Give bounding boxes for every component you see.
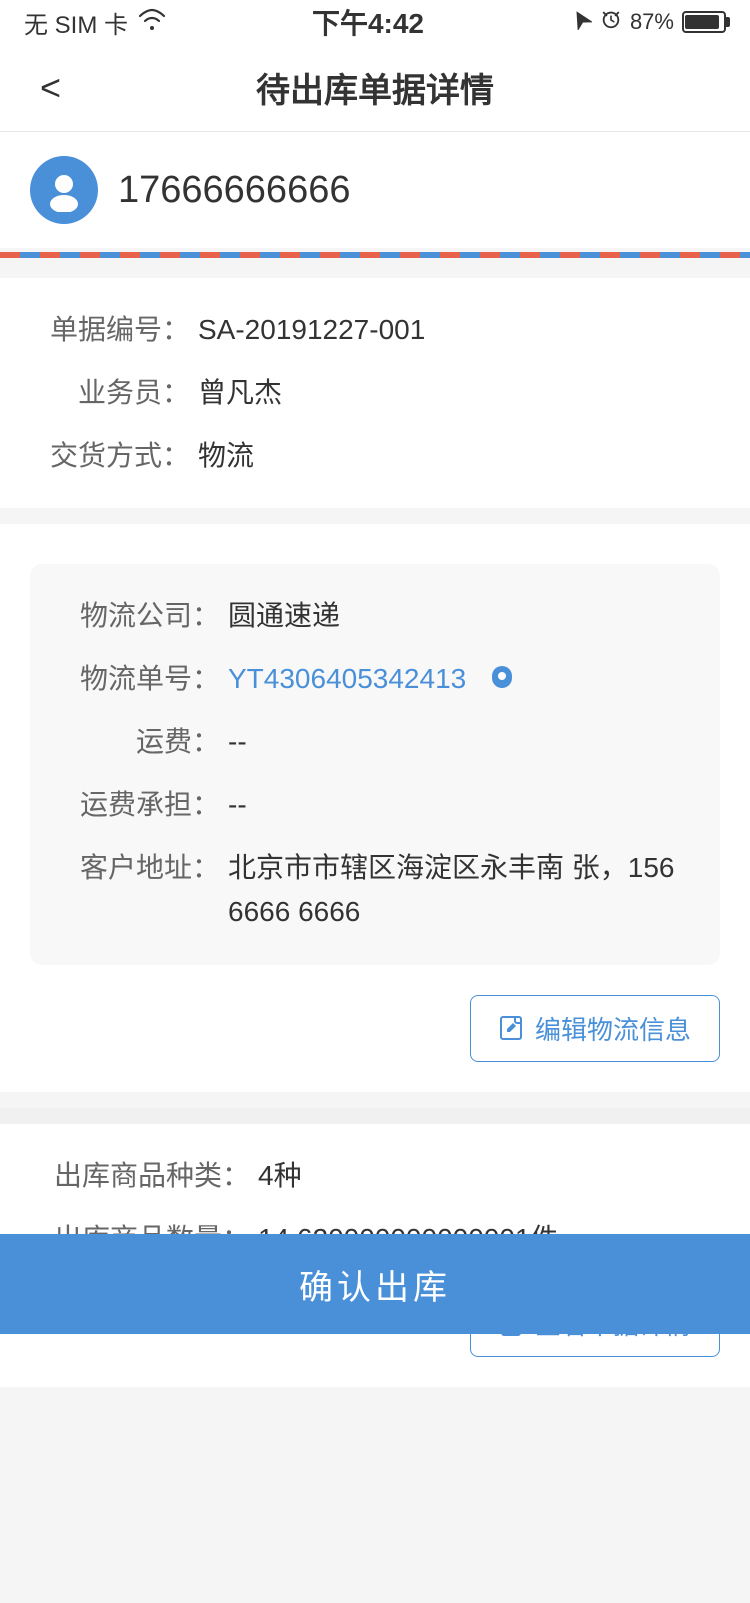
address-label: 客户地址：	[60, 846, 220, 891]
confirm-button[interactable]: 确认出库	[299, 1260, 451, 1309]
order-no-value: SA-20191227-001	[198, 308, 720, 353]
address-row: 客户地址： 北京市市辖区海淀区永丰南 张，156 6666 6666	[60, 846, 690, 936]
product-type-value: 4种	[258, 1154, 720, 1199]
delivery-label: 交货方式：	[30, 434, 190, 479]
logistics-section: 物流公司： 圆通速递 物流单号： YT4306405342413 运费： -- …	[0, 524, 750, 1092]
freight-value: --	[228, 720, 690, 765]
edit-logistics-button[interactable]: 编辑物流信息	[470, 995, 720, 1062]
status-bar: 无 SIM 卡 下午4:42 87%	[0, 0, 750, 44]
freight-label: 运费：	[60, 720, 220, 765]
location-status-icon	[570, 8, 592, 36]
product-type-label: 出库商品种类：	[30, 1154, 250, 1199]
tracking-row: 物流单号： YT4306405342413	[60, 657, 690, 702]
delivery-row: 交货方式： 物流	[30, 434, 720, 479]
back-button[interactable]: <	[30, 57, 71, 119]
avatar-icon	[42, 168, 86, 212]
order-no-label: 单据编号：	[30, 308, 190, 353]
status-left: 无 SIM 卡	[24, 5, 166, 40]
freight-bear-row: 运费承担： --	[60, 783, 690, 828]
product-type-row: 出库商品种类： 4种	[30, 1154, 720, 1199]
status-time: 下午4:42	[312, 2, 424, 42]
dashed-divider	[0, 252, 750, 258]
status-right: 87%	[570, 8, 726, 36]
tracking-value: YT4306405342413	[228, 657, 690, 702]
edit-logistics-row: 编辑物流信息	[30, 985, 720, 1062]
salesman-row: 业务员： 曾凡杰	[30, 371, 720, 416]
alarm-icon	[600, 8, 622, 36]
edit-icon	[499, 1015, 527, 1043]
bottom-spacer	[0, 1403, 750, 1603]
avatar	[30, 156, 98, 224]
user-phone: 17666666666	[118, 169, 350, 212]
basic-info-section: 单据编号： SA-20191227-001 业务员： 曾凡杰 交货方式： 物流	[0, 278, 750, 508]
order-no-row: 单据编号： SA-20191227-001	[30, 308, 720, 353]
edit-logistics-label: 编辑物流信息	[535, 1010, 691, 1047]
logistics-company-value: 圆通速递	[228, 594, 690, 639]
tracking-number: YT4306405342413	[228, 663, 466, 694]
logistics-company-label: 物流公司：	[60, 594, 220, 639]
page-title: 待出库单据详情	[256, 63, 494, 112]
tracking-location-icon[interactable]	[484, 663, 520, 699]
user-section: 17666666666	[0, 132, 750, 248]
freight-bear-value: --	[228, 783, 690, 828]
salesman-label: 业务员：	[30, 371, 190, 416]
battery-icon	[682, 11, 726, 33]
tracking-label: 物流单号：	[60, 657, 220, 702]
freight-bear-label: 运费承担：	[60, 783, 220, 828]
nav-bar: < 待出库单据详情	[0, 44, 750, 132]
delivery-value: 物流	[198, 434, 720, 479]
carrier-label: 无 SIM 卡	[24, 5, 128, 40]
wifi-icon	[138, 8, 166, 37]
section-divider	[0, 1108, 750, 1124]
battery-percentage: 87%	[630, 9, 674, 35]
freight-row: 运费： --	[60, 720, 690, 765]
confirm-bar[interactable]: 确认出库	[0, 1234, 750, 1334]
logistics-card: 物流公司： 圆通速递 物流单号： YT4306405342413 运费： -- …	[30, 564, 720, 965]
logistics-company-row: 物流公司： 圆通速递	[60, 594, 690, 639]
address-value: 北京市市辖区海淀区永丰南 张，156 6666 6666	[228, 846, 690, 936]
salesman-value: 曾凡杰	[198, 371, 720, 416]
